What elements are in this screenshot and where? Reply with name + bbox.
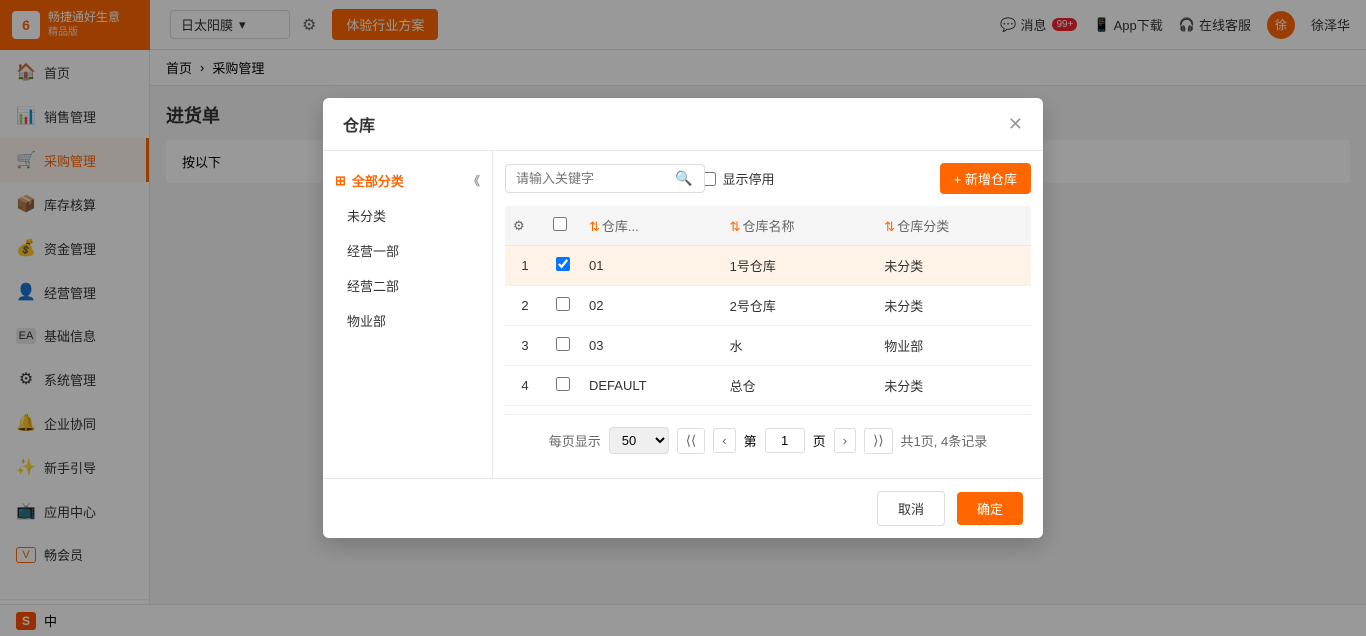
page-size-label: 每页显示 xyxy=(549,431,601,450)
th-checkbox[interactable] xyxy=(545,206,581,246)
row-num-cell: 3 xyxy=(505,326,545,366)
th-category: ⇅仓库分类 xyxy=(876,206,1031,246)
category-item-ops1[interactable]: 经营一部 xyxy=(323,233,492,268)
row-category-cell: 未分类 xyxy=(876,366,1031,406)
modal-header: 仓库 ✕ xyxy=(323,98,1043,151)
grid-icon: ⊞ xyxy=(335,173,346,189)
cancel-button[interactable]: 取消 xyxy=(877,491,945,526)
table-header-row: ⚙ ⇅仓库... ⇅仓库名称 ⇅仓库分类 xyxy=(505,206,1031,246)
row-checkbox-cell[interactable] xyxy=(545,366,581,406)
page-size-select[interactable]: 50 10 20 100 xyxy=(609,427,669,454)
table-area: 🔍 显示停用 + 新增仓库 ⚙ ⇅仓库... xyxy=(493,151,1043,478)
modal-footer: 取消 确定 xyxy=(323,478,1043,538)
row-name-cell: 水 xyxy=(722,326,877,366)
category-sidebar: ⊞ 全部分类 《 未分类 经营一部 经营二部 物业部 xyxy=(323,151,493,478)
category-item-unclassified[interactable]: 未分类 xyxy=(323,198,492,233)
th-settings[interactable]: ⚙ xyxy=(505,206,545,246)
page-label-prefix: 第 xyxy=(744,431,757,450)
select-all-checkbox[interactable] xyxy=(553,217,567,231)
confirm-button[interactable]: 确定 xyxy=(957,492,1023,525)
row-code-cell: 02 xyxy=(581,286,722,326)
category-item-ops2[interactable]: 经营二部 xyxy=(323,268,492,303)
table-body: 1 01 1号仓库 未分类 2 02 2号仓库 未分类 3 03 水 物业部 4… xyxy=(505,246,1031,406)
th-name: ⇅仓库名称 xyxy=(722,206,877,246)
row-checkbox-cell[interactable] xyxy=(545,246,581,286)
warehouse-table: ⚙ ⇅仓库... ⇅仓库名称 ⇅仓库分类 1 01 1号仓库 未分类 2 02 … xyxy=(505,206,1031,406)
row-checkbox-cell[interactable] xyxy=(545,326,581,366)
category-item-property[interactable]: 物业部 xyxy=(323,303,492,338)
row-name-cell: 总仓 xyxy=(722,366,877,406)
search-button[interactable]: 🔍 xyxy=(675,170,692,187)
row-category-cell: 未分类 xyxy=(876,246,1031,286)
row-code-cell: 01 xyxy=(581,246,722,286)
th-code: ⇅仓库... xyxy=(581,206,722,246)
pagination-bar: 每页显示 50 10 20 100 ⟨⟨ ‹ 第 页 › ⟩⟩ 共1页, 4条记… xyxy=(505,414,1031,466)
next-page-button[interactable]: › xyxy=(834,428,856,453)
row-code-cell: DEFAULT xyxy=(581,366,722,406)
row-checkbox-cell[interactable] xyxy=(545,286,581,326)
table-row[interactable]: 2 02 2号仓库 未分类 xyxy=(505,286,1031,326)
row-name-cell: 2号仓库 xyxy=(722,286,877,326)
first-page-button[interactable]: ⟨⟨ xyxy=(677,428,705,454)
row-code-cell: 03 xyxy=(581,326,722,366)
row-num-cell: 4 xyxy=(505,366,545,406)
add-warehouse-button[interactable]: + 新增仓库 xyxy=(940,163,1031,194)
show-disabled-checkbox[interactable]: 显示停用 xyxy=(702,169,774,188)
page-number-input[interactable] xyxy=(765,428,805,453)
modal-overlay: 仓库 ✕ ⊞ 全部分类 《 未分类 经营一部 经营二部 xyxy=(0,0,1366,636)
prev-page-button[interactable]: ‹ xyxy=(713,428,735,453)
page-label: 页 xyxy=(813,431,826,450)
category-all[interactable]: ⊞ 全部分类 《 xyxy=(323,163,492,198)
warehouse-modal: 仓库 ✕ ⊞ 全部分类 《 未分类 经营一部 经营二部 xyxy=(323,98,1043,538)
table-row[interactable]: 1 01 1号仓库 未分类 xyxy=(505,246,1031,286)
row-category-cell: 物业部 xyxy=(876,326,1031,366)
last-page-button[interactable]: ⟩⟩ xyxy=(864,428,892,454)
table-row[interactable]: 4 DEFAULT 总仓 未分类 xyxy=(505,366,1031,406)
table-toolbar: 🔍 显示停用 + 新增仓库 xyxy=(505,163,1031,194)
modal-body: ⊞ 全部分类 《 未分类 经营一部 经营二部 物业部 xyxy=(323,151,1043,478)
collapse-button[interactable]: 《 xyxy=(468,172,480,189)
modal-title: 仓库 xyxy=(343,112,375,136)
row-num-cell: 2 xyxy=(505,286,545,326)
row-category-cell: 未分类 xyxy=(876,286,1031,326)
modal-close-button[interactable]: ✕ xyxy=(1008,114,1023,135)
row-num-cell: 1 xyxy=(505,246,545,286)
page-total: 共1页, 4条记录 xyxy=(901,431,988,450)
table-row[interactable]: 3 03 水 物业部 xyxy=(505,326,1031,366)
row-name-cell: 1号仓库 xyxy=(722,246,877,286)
